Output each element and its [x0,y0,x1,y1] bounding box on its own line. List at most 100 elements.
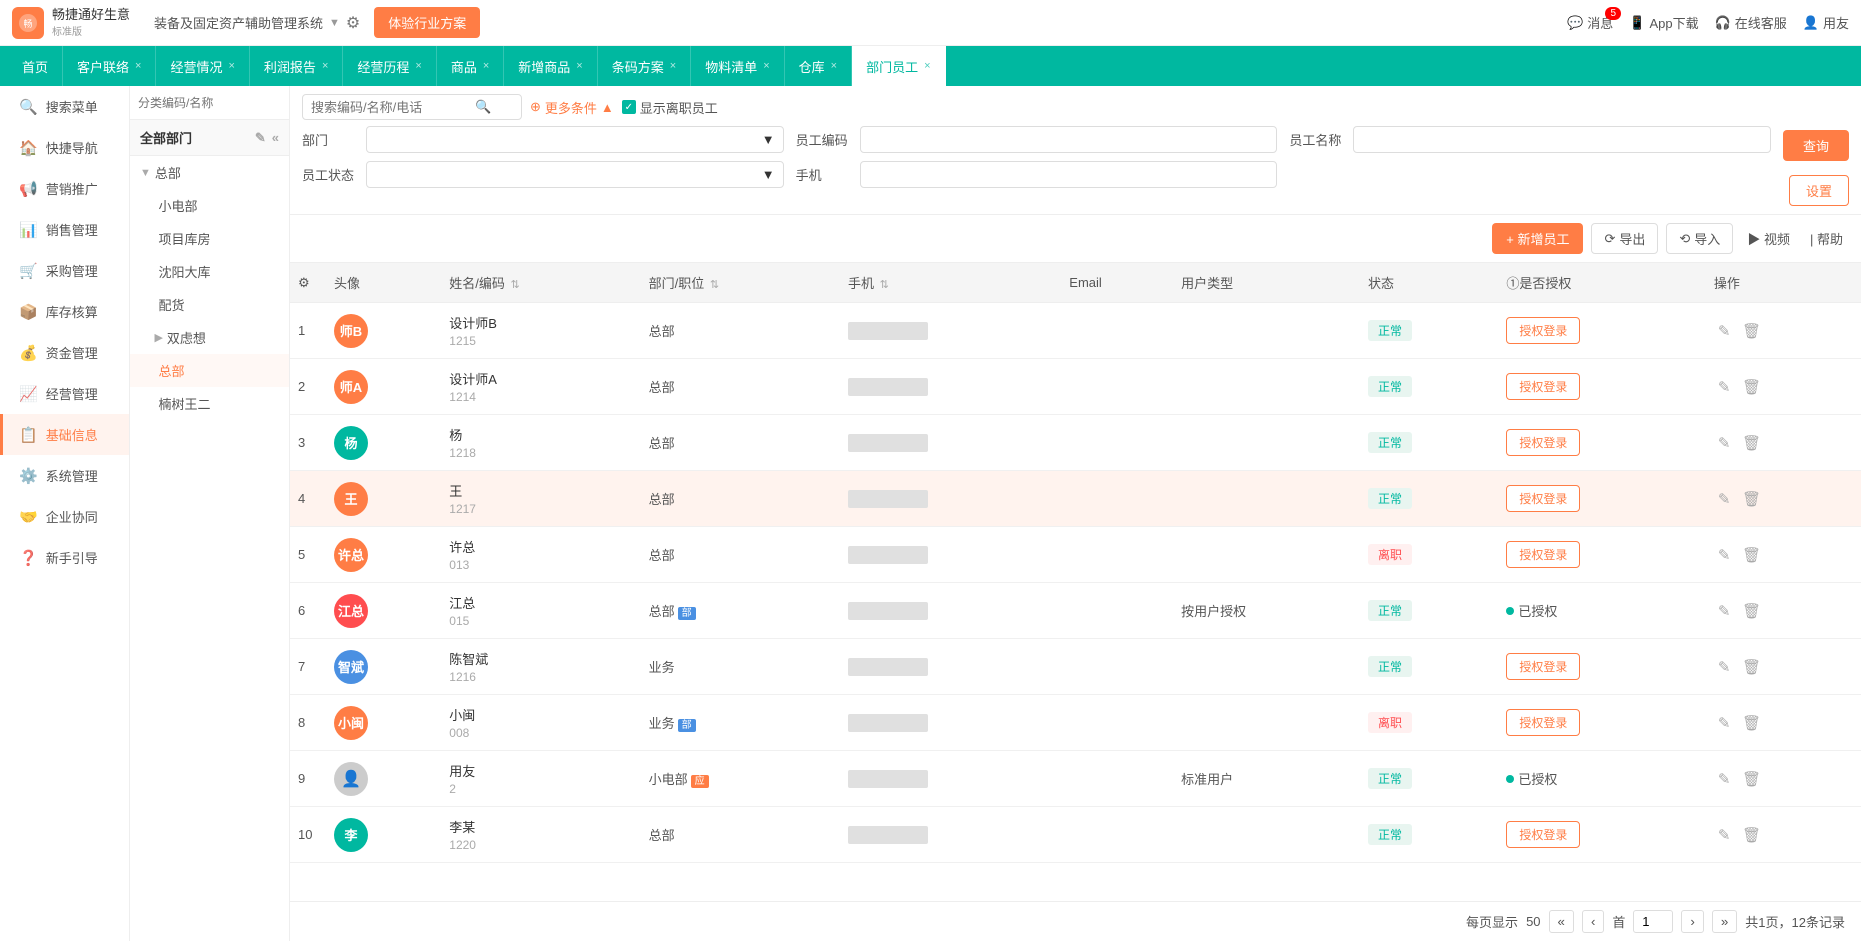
sidebar-item-资金管理[interactable]: 💰 资金管理 [0,332,129,373]
sidebar-item-基础信息[interactable]: 📋 基础信息 [0,414,129,455]
nav-tab-利润报告[interactable]: 利润报告× [250,46,343,86]
dept-edit-icon[interactable]: ✎ [255,130,266,146]
dept-node-双虑想[interactable]: ▶ 双虑想 [130,321,289,354]
dept-node-小电部[interactable]: 小电部 [130,189,289,222]
dept-node-沈阳大库[interactable]: 沈阳大库 [130,255,289,288]
delete-button[interactable]: 🗑 [1738,544,1765,566]
col-dept-position[interactable]: 部门/职位 ⇅ [641,263,840,303]
edit-button[interactable]: ✎ [1714,712,1735,734]
edit-button[interactable]: ✎ [1714,600,1735,622]
edit-button[interactable]: ✎ [1714,432,1735,454]
prev-page-button[interactable]: ‹ [1582,910,1604,933]
delete-button[interactable]: 🗑 [1738,768,1765,790]
nav-tab-close[interactable]: × [576,60,582,72]
dept-collapse-icon[interactable]: « [272,130,279,146]
authorize-button[interactable]: 授权登录 [1506,485,1580,512]
authorize-button[interactable]: 授权登录 [1506,373,1580,400]
nav-tab-部门员工[interactable]: 部门员工× [852,46,945,86]
authorize-button[interactable]: 授权登录 [1506,541,1580,568]
nav-tab-close[interactable]: × [228,60,234,72]
delete-button[interactable]: 🗑 [1738,824,1765,846]
emp-status-select[interactable]: ▼ [366,161,784,188]
gear-icon[interactable]: ⚙ [346,13,360,33]
dept-node-项目库房[interactable]: 项目库房 [130,222,289,255]
nav-tab-close[interactable]: × [322,60,328,72]
col-phone[interactable]: 手机 ⇅ [840,263,1061,303]
page-number-input[interactable] [1633,910,1673,933]
set-button[interactable]: 设置 [1789,175,1849,206]
sidebar-item-企业协同[interactable]: 🤝 企业协同 [0,496,129,537]
sidebar-item-销售管理[interactable]: 📊 销售管理 [0,209,129,250]
next-page-button[interactable]: › [1681,910,1703,933]
sidebar-item-营销推广[interactable]: 📢 营销推广 [0,168,129,209]
export-button[interactable]: ⟳ 导出 [1591,223,1658,254]
app-download-button[interactable]: 📱 App下载 [1629,13,1698,32]
help-button[interactable]: | 帮助 [1804,225,1849,252]
search-input[interactable] [311,100,471,115]
sidebar-item-新手引导[interactable]: ❓ 新手引导 [0,537,129,578]
nav-tab-客户联络[interactable]: 客户联络× [63,46,156,86]
nav-tab-close[interactable]: × [135,60,141,72]
delete-button[interactable]: 🗑 [1738,656,1765,678]
authorize-button[interactable]: 授权登录 [1506,709,1580,736]
dept-node-楠树王二[interactable]: 楠树王二 [130,387,289,420]
authorize-button[interactable]: 授权登录 [1506,429,1580,456]
edit-button[interactable]: ✎ [1714,656,1735,678]
col-settings[interactable]: ⚙ [290,263,326,303]
emp-code-input[interactable] [860,126,1278,153]
sidebar-item-快捷导航[interactable]: 🏠 快捷导航 [0,127,129,168]
nav-tab-close[interactable]: × [415,60,421,72]
nav-tab-close[interactable]: × [831,60,837,72]
sidebar-item-经营管理[interactable]: 📈 经营管理 [0,373,129,414]
message-button[interactable]: 💬 消息 5 [1567,13,1613,32]
authorize-button[interactable]: 授权登录 [1506,821,1580,848]
delete-button[interactable]: 🗑 [1738,432,1765,454]
first-page-button[interactable]: « [1549,910,1574,933]
nav-tab-新增商品[interactable]: 新增商品× [504,46,597,86]
online-service-button[interactable]: 🎧 在线客服 [1715,13,1787,32]
last-page-button[interactable]: » [1712,910,1737,933]
edit-button[interactable]: ✎ [1714,768,1735,790]
nav-tab-close[interactable]: × [924,60,930,72]
nav-tab-经营历程[interactable]: 经营历程× [343,46,436,86]
delete-button[interactable]: 🗑 [1738,488,1765,510]
trial-button[interactable]: 体验行业方案 [374,7,480,38]
delete-button[interactable]: 🗑 [1738,600,1765,622]
dept-node-总部[interactable]: ▼ 总部 [130,156,289,189]
import-button[interactable]: ⟲ 导入 [1666,223,1733,254]
authorize-button[interactable]: 授权登录 [1506,653,1580,680]
delete-button[interactable]: 🗑 [1738,712,1765,734]
nav-tab-商品[interactable]: 商品× [437,46,504,86]
edit-button[interactable]: ✎ [1714,824,1735,846]
more-condition-button[interactable]: ⊕ 更多条件 ▲ [530,98,614,117]
nav-tab-首页[interactable]: 首页 [8,46,63,86]
nav-tab-close[interactable]: × [763,60,769,72]
nav-tab-close[interactable]: × [483,60,489,72]
edit-button[interactable]: ✎ [1714,488,1735,510]
sidebar-item-库存核算[interactable]: 📦 库存核算 [0,291,129,332]
edit-button[interactable]: ✎ [1714,320,1735,342]
nav-tab-仓库[interactable]: 仓库× [785,46,852,86]
view-button[interactable]: ▶ 视频 [1741,225,1796,252]
add-employee-button[interactable]: + 新增员工 [1492,223,1583,254]
show-resigned-toggle[interactable]: ✓ 显示离职员工 [622,98,718,117]
user-button[interactable]: 👤 用友 [1803,13,1849,32]
delete-button[interactable]: 🗑 [1738,376,1765,398]
nav-tab-物料清单[interactable]: 物料清单× [691,46,784,86]
dept-node-配货[interactable]: 配货 [130,288,289,321]
sidebar-item-系统管理[interactable]: ⚙️ 系统管理 [0,455,129,496]
emp-name-input[interactable] [1353,126,1771,153]
dropdown-arrow-icon[interactable]: ▼ [329,17,340,29]
authorize-button[interactable]: 授权登录 [1506,317,1580,344]
dept-search-input[interactable] [138,96,290,110]
dept-select[interactable]: ▼ [366,126,784,153]
sidebar-item-采购管理[interactable]: 🛒 采购管理 [0,250,129,291]
delete-button[interactable]: 🗑 [1738,320,1765,342]
nav-tab-条码方案[interactable]: 条码方案× [598,46,691,86]
edit-button[interactable]: ✎ [1714,376,1735,398]
nav-tab-经营情况[interactable]: 经营情况× [156,46,249,86]
nav-tab-close[interactable]: × [670,60,676,72]
edit-button[interactable]: ✎ [1714,544,1735,566]
col-name-code[interactable]: 姓名/编码 ⇅ [441,263,640,303]
phone-input[interactable] [860,161,1278,188]
